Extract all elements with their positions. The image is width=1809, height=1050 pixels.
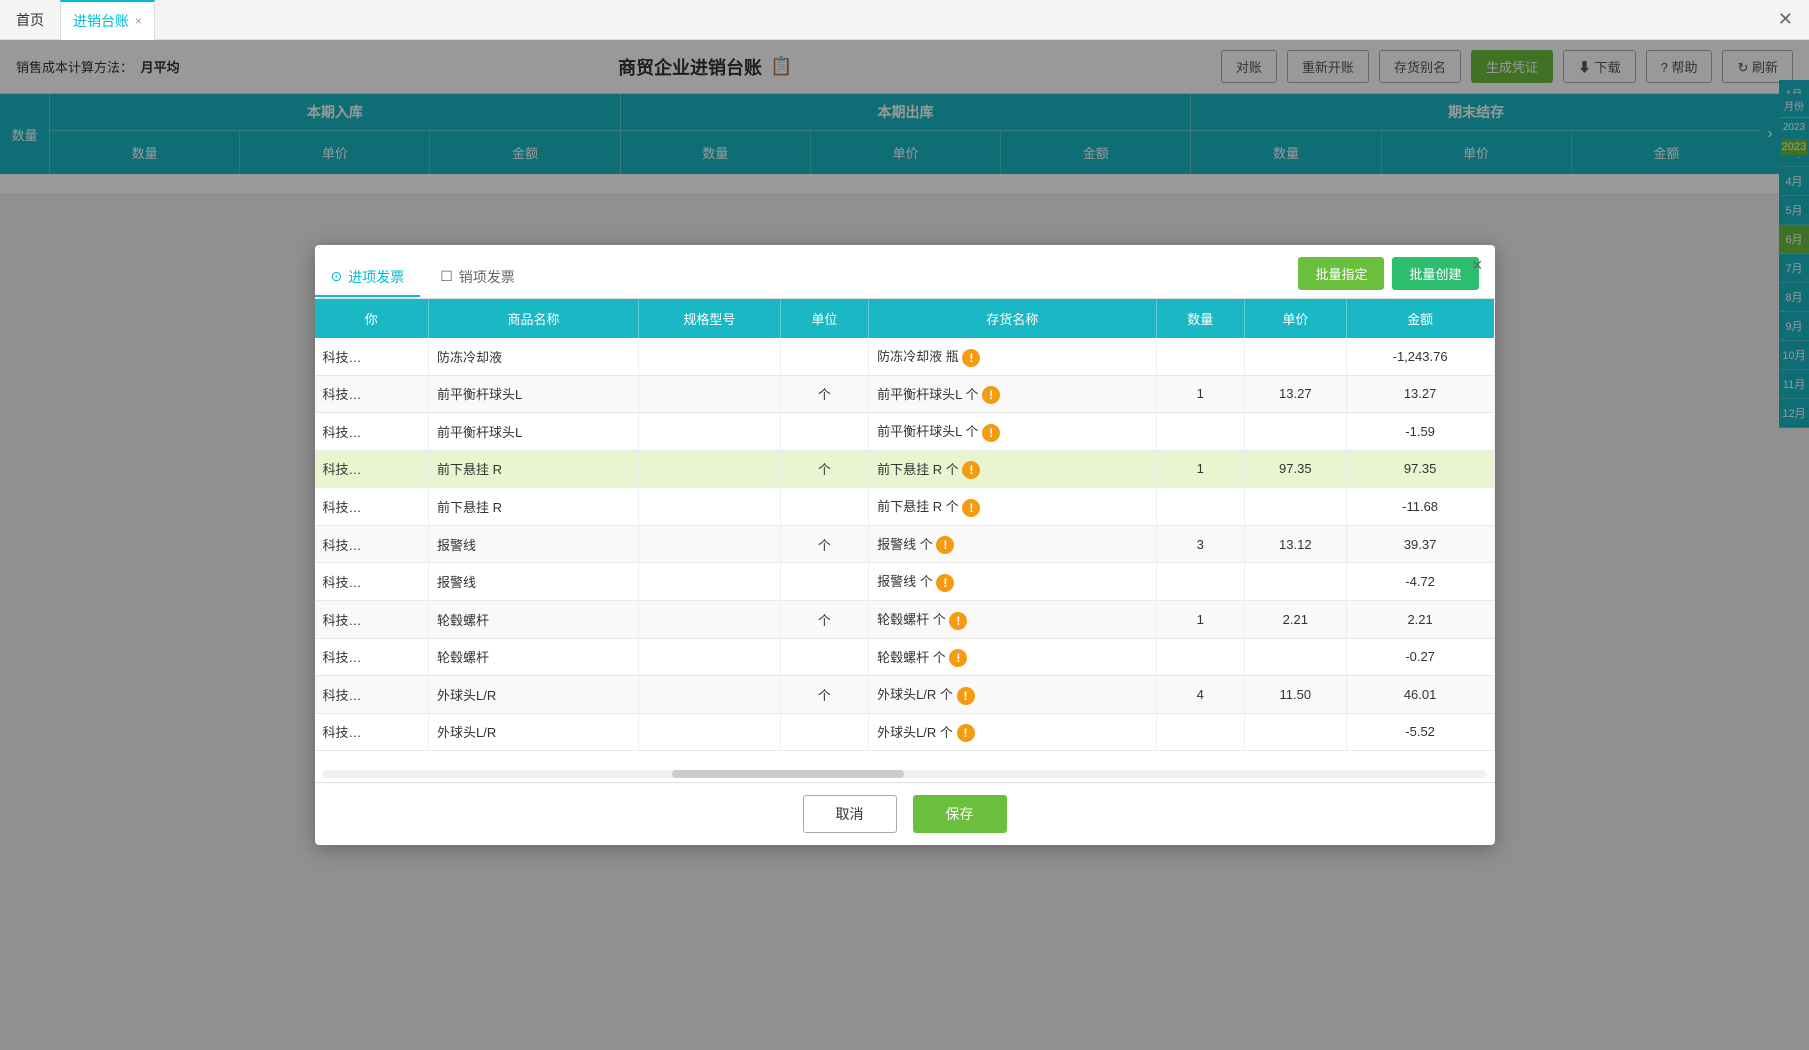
cancel-button[interactable]: 取消	[803, 795, 897, 833]
col-qty: 数量	[1156, 299, 1244, 338]
inbound-tab-icon: ⊙	[331, 268, 343, 285]
col-amount: 金额	[1346, 299, 1494, 338]
dialog-close-button[interactable]: ×	[1472, 255, 1483, 276]
tab-outbound-invoice[interactable]: ☐ 销项发票	[424, 259, 531, 297]
table-row: 科技…外球头L/R外球头L/R 个 !-5.52	[315, 713, 1495, 751]
warning-icon: !	[936, 574, 954, 592]
dialog-scrollbar[interactable]	[323, 770, 1487, 778]
top-bar: 首页 进销台账 × ✕	[0, 0, 1809, 40]
tab-active-label: 进销台账	[73, 11, 129, 31]
warning-icon: !	[962, 499, 980, 517]
dialog-scrollbar-thumb	[672, 770, 905, 778]
col-id: 你	[315, 299, 429, 338]
amount-cell: -1,243.76	[1346, 338, 1494, 375]
col-spec: 规格型号	[638, 299, 780, 338]
amount-cell: 13.27	[1346, 375, 1494, 413]
window-close-button[interactable]: ✕	[1770, 9, 1801, 30]
amount-cell: -5.52	[1346, 713, 1494, 751]
table-row: 科技…外球头L/R个外球头L/R 个 !411.5046.01	[315, 676, 1495, 714]
dialog-table: 你 商品名称 规格型号 单位 存货名称 数量 单价 金额 科技…防冻冷却液防冻冷…	[315, 299, 1495, 751]
col-name: 商品名称	[429, 299, 639, 338]
amount-cell: 2.21	[1346, 600, 1494, 638]
warning-icon: !	[949, 649, 967, 667]
warning-icon: !	[962, 461, 980, 479]
dialog: ⊙ 进项发票 ☐ 销项发票 批量指定 批量创建 ×	[315, 245, 1495, 845]
col-price: 单价	[1244, 299, 1346, 338]
warning-icon: !	[949, 612, 967, 630]
warning-icon: !	[957, 724, 975, 742]
table-row: 科技…前下悬挂 R个前下悬挂 R 个 !197.3597.35	[315, 450, 1495, 488]
table-header-row: 你 商品名称 规格型号 单位 存货名称 数量 单价 金额	[315, 299, 1495, 338]
amount-cell: -1.59	[1346, 413, 1494, 451]
dialog-footer: 取消 保存	[315, 782, 1495, 845]
warning-icon: !	[962, 349, 980, 367]
table-row: 科技…轮毂螺杆轮毂螺杆 个 !-0.27	[315, 638, 1495, 676]
dialog-table-wrapper[interactable]: 你 商品名称 规格型号 单位 存货名称 数量 单价 金额 科技…防冻冷却液防冻冷…	[315, 299, 1495, 766]
table-row: 科技…防冻冷却液防冻冷却液 瓶 !-1,243.76	[315, 338, 1495, 375]
col-unit: 单位	[780, 299, 868, 338]
tab-home[interactable]: 首页	[0, 0, 60, 40]
amount-cell: 39.37	[1346, 525, 1494, 563]
tab-active[interactable]: 进销台账 ×	[60, 0, 155, 40]
tab-close-icon[interactable]: ×	[135, 14, 142, 28]
main-content: 销售成本计算方法： 月平均 商贸企业进销台账 📋 对账 重新开账 存货别名 生成…	[0, 40, 1809, 1050]
amount-cell: 97.35	[1346, 450, 1494, 488]
table-row: 科技…报警线报警线 个 !-4.72	[315, 563, 1495, 601]
save-button[interactable]: 保存	[913, 795, 1007, 833]
table-row: 科技…报警线个报警线 个 !313.1239.37	[315, 525, 1495, 563]
col-stock: 存货名称	[869, 299, 1157, 338]
dialog-actions: 批量指定 批量创建	[1298, 257, 1478, 298]
dialog-overlay: ⊙ 进项发票 ☐ 销项发票 批量指定 批量创建 ×	[0, 40, 1809, 1050]
batch-create-button[interactable]: 批量创建	[1392, 257, 1478, 290]
table-row: 科技…前平衡杆球头L个前平衡杆球头L 个 !113.2713.27	[315, 375, 1495, 413]
amount-cell: -11.68	[1346, 488, 1494, 526]
amount-cell: 46.01	[1346, 676, 1494, 714]
warning-icon: !	[982, 386, 1000, 404]
dialog-header: ⊙ 进项发票 ☐ 销项发票 批量指定 批量创建	[315, 245, 1495, 299]
table-row: 科技…轮毂螺杆个轮毂螺杆 个 !12.212.21	[315, 600, 1495, 638]
batch-assign-button[interactable]: 批量指定	[1298, 257, 1384, 290]
warning-icon: !	[936, 536, 954, 554]
table-row: 科技…前下悬挂 R前下悬挂 R 个 !-11.68	[315, 488, 1495, 526]
warning-icon: !	[982, 424, 1000, 442]
warning-icon: !	[957, 687, 975, 705]
amount-cell: -0.27	[1346, 638, 1494, 676]
table-row: 科技…前平衡杆球头L前平衡杆球头L 个 !-1.59	[315, 413, 1495, 451]
tab-inbound-invoice[interactable]: ⊙ 进项发票	[315, 259, 421, 297]
outbound-tab-icon: ☐	[440, 268, 453, 285]
amount-cell: -4.72	[1346, 563, 1494, 601]
